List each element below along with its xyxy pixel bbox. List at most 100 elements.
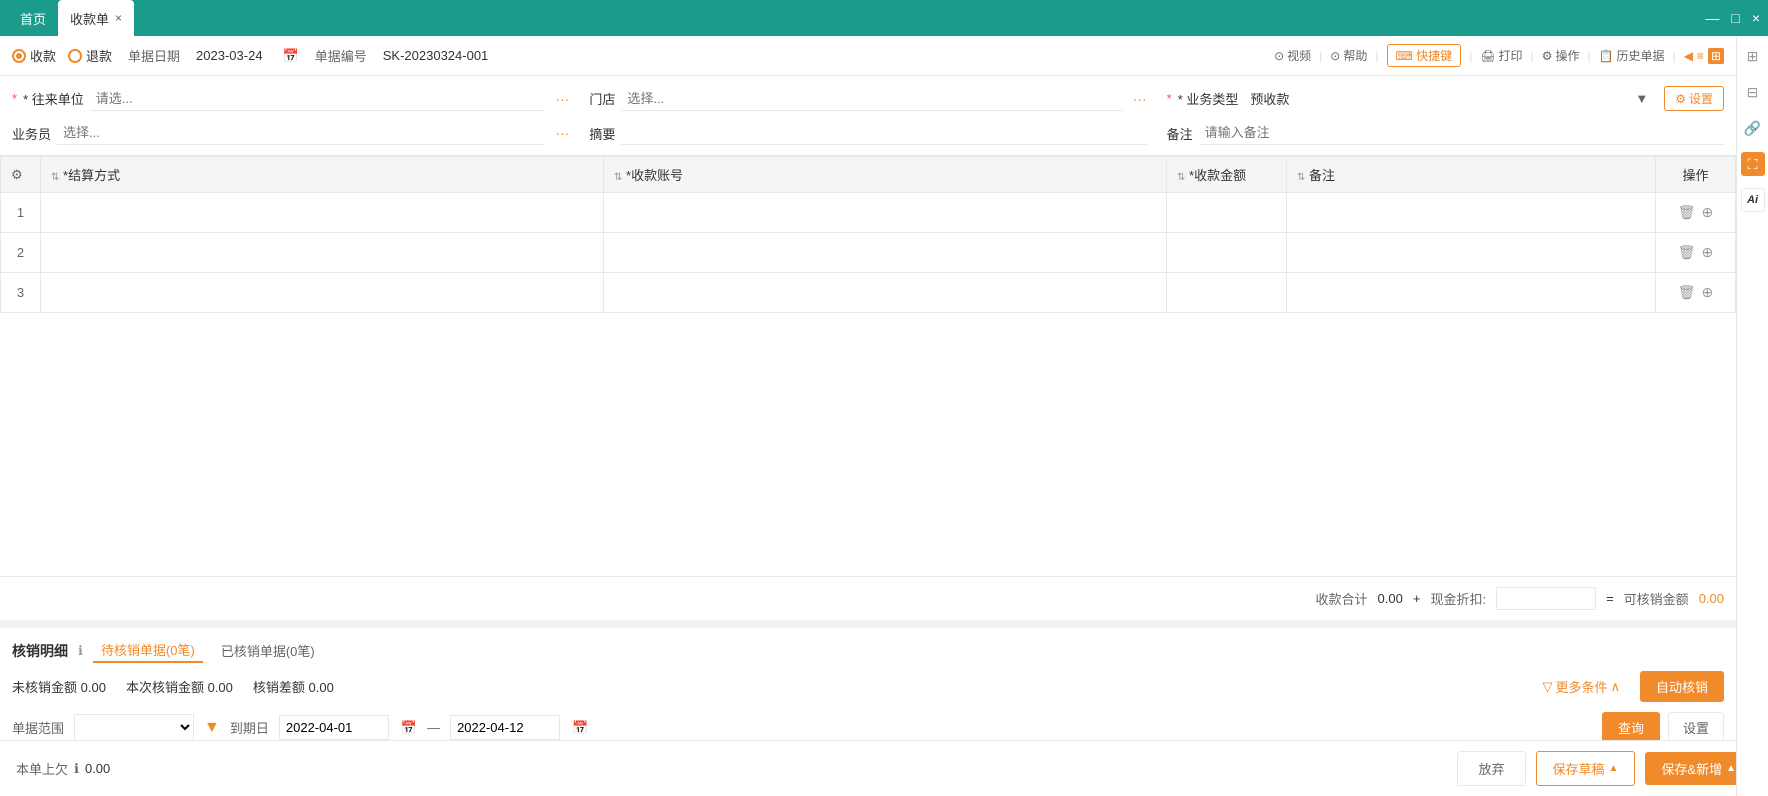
date-from-input[interactable] (279, 715, 389, 740)
more-filters[interactable]: ▽ 更多条件 ∧ (1542, 677, 1620, 696)
row-2-remark[interactable] (1287, 233, 1656, 273)
date-from-calendar-icon[interactable]: 📅 (401, 720, 417, 736)
from-unit-input[interactable] (90, 87, 546, 111)
help-action[interactable]: ⊙ 帮助 (1330, 47, 1367, 64)
table-gear-icon[interactable]: ⚙ (11, 167, 23, 182)
save-draft-btn[interactable]: 保存草稿 ▲ (1536, 751, 1636, 786)
equal-sign: = (1606, 591, 1614, 606)
shortcut-btn[interactable]: ⌨ 快捷键 (1387, 44, 1462, 67)
row-2-account[interactable] (604, 233, 1167, 273)
sidebar-expand-icon[interactable]: ⛶ (1741, 152, 1765, 176)
form-fields: * * 往来单位 ··· 门店 ··· * * 业务类型 预收款 ▼ ⚙ 设置 (0, 76, 1736, 156)
diff-value: 0.00 (309, 680, 334, 695)
home-tab[interactable]: 首页 (8, 0, 58, 36)
receipt-tab-label: 收款单 (70, 9, 109, 28)
row-1-num: 1 (1, 193, 41, 233)
from-unit-more-icon[interactable]: ··· (555, 91, 569, 107)
minimize-btn[interactable]: — (1705, 10, 1719, 26)
print-action[interactable]: 🖨 打印 (1480, 47, 1522, 64)
view-list-icon[interactable]: ≡ (1697, 49, 1704, 63)
date-calendar-icon[interactable]: 📅 (283, 48, 299, 64)
receipt-radio[interactable]: 收款 (12, 46, 56, 65)
verify-info-icon[interactable]: ℹ (78, 643, 83, 659)
bottom-info-icon[interactable]: ℹ (74, 761, 79, 777)
sidebar-attachment-icon[interactable]: 🔗 (1741, 116, 1765, 140)
verify-settings-btn[interactable]: 设置 (1668, 712, 1724, 743)
row-3-amount[interactable] (1167, 273, 1287, 313)
completed-tab[interactable]: 已核销单据(0笔) (213, 639, 323, 662)
shop-input[interactable] (621, 87, 1122, 111)
more-filters-label: 更多条件 (1555, 677, 1607, 696)
row-1-remark[interactable] (1287, 193, 1656, 233)
row-2-amount[interactable] (1167, 233, 1287, 273)
date-to-input[interactable] (450, 715, 560, 740)
receipt-tab-close[interactable]: × (115, 11, 122, 25)
row-3-settle[interactable] (41, 273, 604, 313)
settle-col-label: *结算方式 (63, 168, 120, 183)
row-3-num: 3 (1, 273, 41, 313)
history-label: 历史单据 (1617, 47, 1665, 64)
discount-input[interactable] (1496, 587, 1596, 610)
view-grid-icon[interactable]: ⊞ (1708, 48, 1724, 64)
business-type-dropdown-icon[interactable]: ▼ (1635, 91, 1648, 106)
from-unit-label: * 往来单位 (23, 89, 84, 108)
row-1-account[interactable] (604, 193, 1167, 233)
range-select[interactable] (74, 714, 194, 741)
unverified-value: 0.00 (81, 680, 106, 695)
date-to-calendar-icon[interactable]: 📅 (572, 720, 588, 736)
from-unit-group: * * 往来单位 ··· (12, 87, 569, 111)
row-3-delete-icon[interactable]: 🗑 (1678, 284, 1696, 301)
due-date-label: 到期日 (230, 718, 269, 737)
row-1-copy-icon[interactable]: ⊕ (1702, 204, 1714, 221)
sidebar-ai-icon[interactable]: Ai (1741, 188, 1765, 212)
refund-radio[interactable]: 退款 (68, 46, 112, 65)
bottom-bar-info: 本单上欠 ℹ 0.00 (16, 759, 110, 778)
sidebar-book-icon[interactable]: ⊟ (1741, 80, 1765, 104)
row-3-copy-icon[interactable]: ⊕ (1702, 284, 1714, 301)
receipt-tab[interactable]: 收款单 × (58, 0, 134, 36)
range-expand-icon[interactable]: ▼ (204, 719, 220, 737)
staff-group: 业务员 ··· (12, 121, 569, 145)
pending-tab[interactable]: 待核销单据(0笔) (93, 638, 203, 663)
window-close-btn[interactable]: × (1752, 10, 1760, 26)
settings-button[interactable]: ⚙ 设置 (1664, 86, 1724, 111)
row-1-amount[interactable] (1167, 193, 1287, 233)
shop-more-icon[interactable]: ··· (1133, 91, 1147, 107)
row-1-delete-icon[interactable]: 🗑 (1678, 204, 1696, 221)
row-2-copy-icon[interactable]: ⊕ (1702, 244, 1714, 261)
summary-input[interactable] (621, 121, 1146, 145)
row-3-account[interactable] (604, 273, 1167, 313)
video-action[interactable]: ⊙ 视频 (1274, 47, 1311, 64)
abandon-btn[interactable]: 放弃 (1457, 751, 1525, 786)
form-header: 收款 退款 单据日期 2023-03-24 📅 单据编号 SK-20230324… (0, 36, 1736, 76)
staff-input[interactable] (57, 121, 545, 145)
auto-verify-btn[interactable]: 自动核销 (1640, 671, 1724, 702)
row-2-num: 2 (1, 233, 41, 273)
settings-label: 设置 (1689, 90, 1713, 107)
staff-more-icon[interactable]: ··· (555, 125, 569, 141)
table-row: 3 🗑 ⊕ (1, 273, 1736, 313)
row-1-settle[interactable] (41, 193, 604, 233)
operation-label: 操作 (1555, 47, 1579, 64)
more-filters-arrow: ∧ (1610, 679, 1620, 695)
view-prev-icon[interactable]: ◀ (1684, 49, 1693, 63)
maximize-btn[interactable]: □ (1731, 10, 1739, 26)
view-toggle[interactable]: ◀ ≡ ⊞ (1684, 48, 1724, 64)
history-action[interactable]: 📋 历史单据 (1599, 47, 1665, 64)
row-2-delete-icon[interactable]: 🗑 (1678, 244, 1696, 261)
operation-col-header: 操作 (1656, 157, 1736, 193)
operation-action[interactable]: ⚙ 操作 (1542, 47, 1580, 64)
sidebar-table-icon[interactable]: ⊞ (1741, 44, 1765, 68)
row-2-settle[interactable] (41, 233, 604, 273)
shop-group: 门店 ··· (569, 87, 1146, 111)
row-3-remark[interactable] (1287, 273, 1656, 313)
number-value: SK-20230324-001 (383, 48, 489, 63)
refund-radio-label: 退款 (86, 46, 112, 65)
diff-label: 核销差额 (253, 680, 305, 695)
operation-icon: ⚙ (1542, 49, 1553, 63)
query-btn[interactable]: 查询 (1602, 712, 1660, 743)
remark-input[interactable] (1199, 121, 1724, 145)
plus-sign: + (1413, 591, 1421, 606)
verify-amount-value: 0.00 (1699, 591, 1724, 606)
range-label: 单据范围 (12, 718, 64, 737)
